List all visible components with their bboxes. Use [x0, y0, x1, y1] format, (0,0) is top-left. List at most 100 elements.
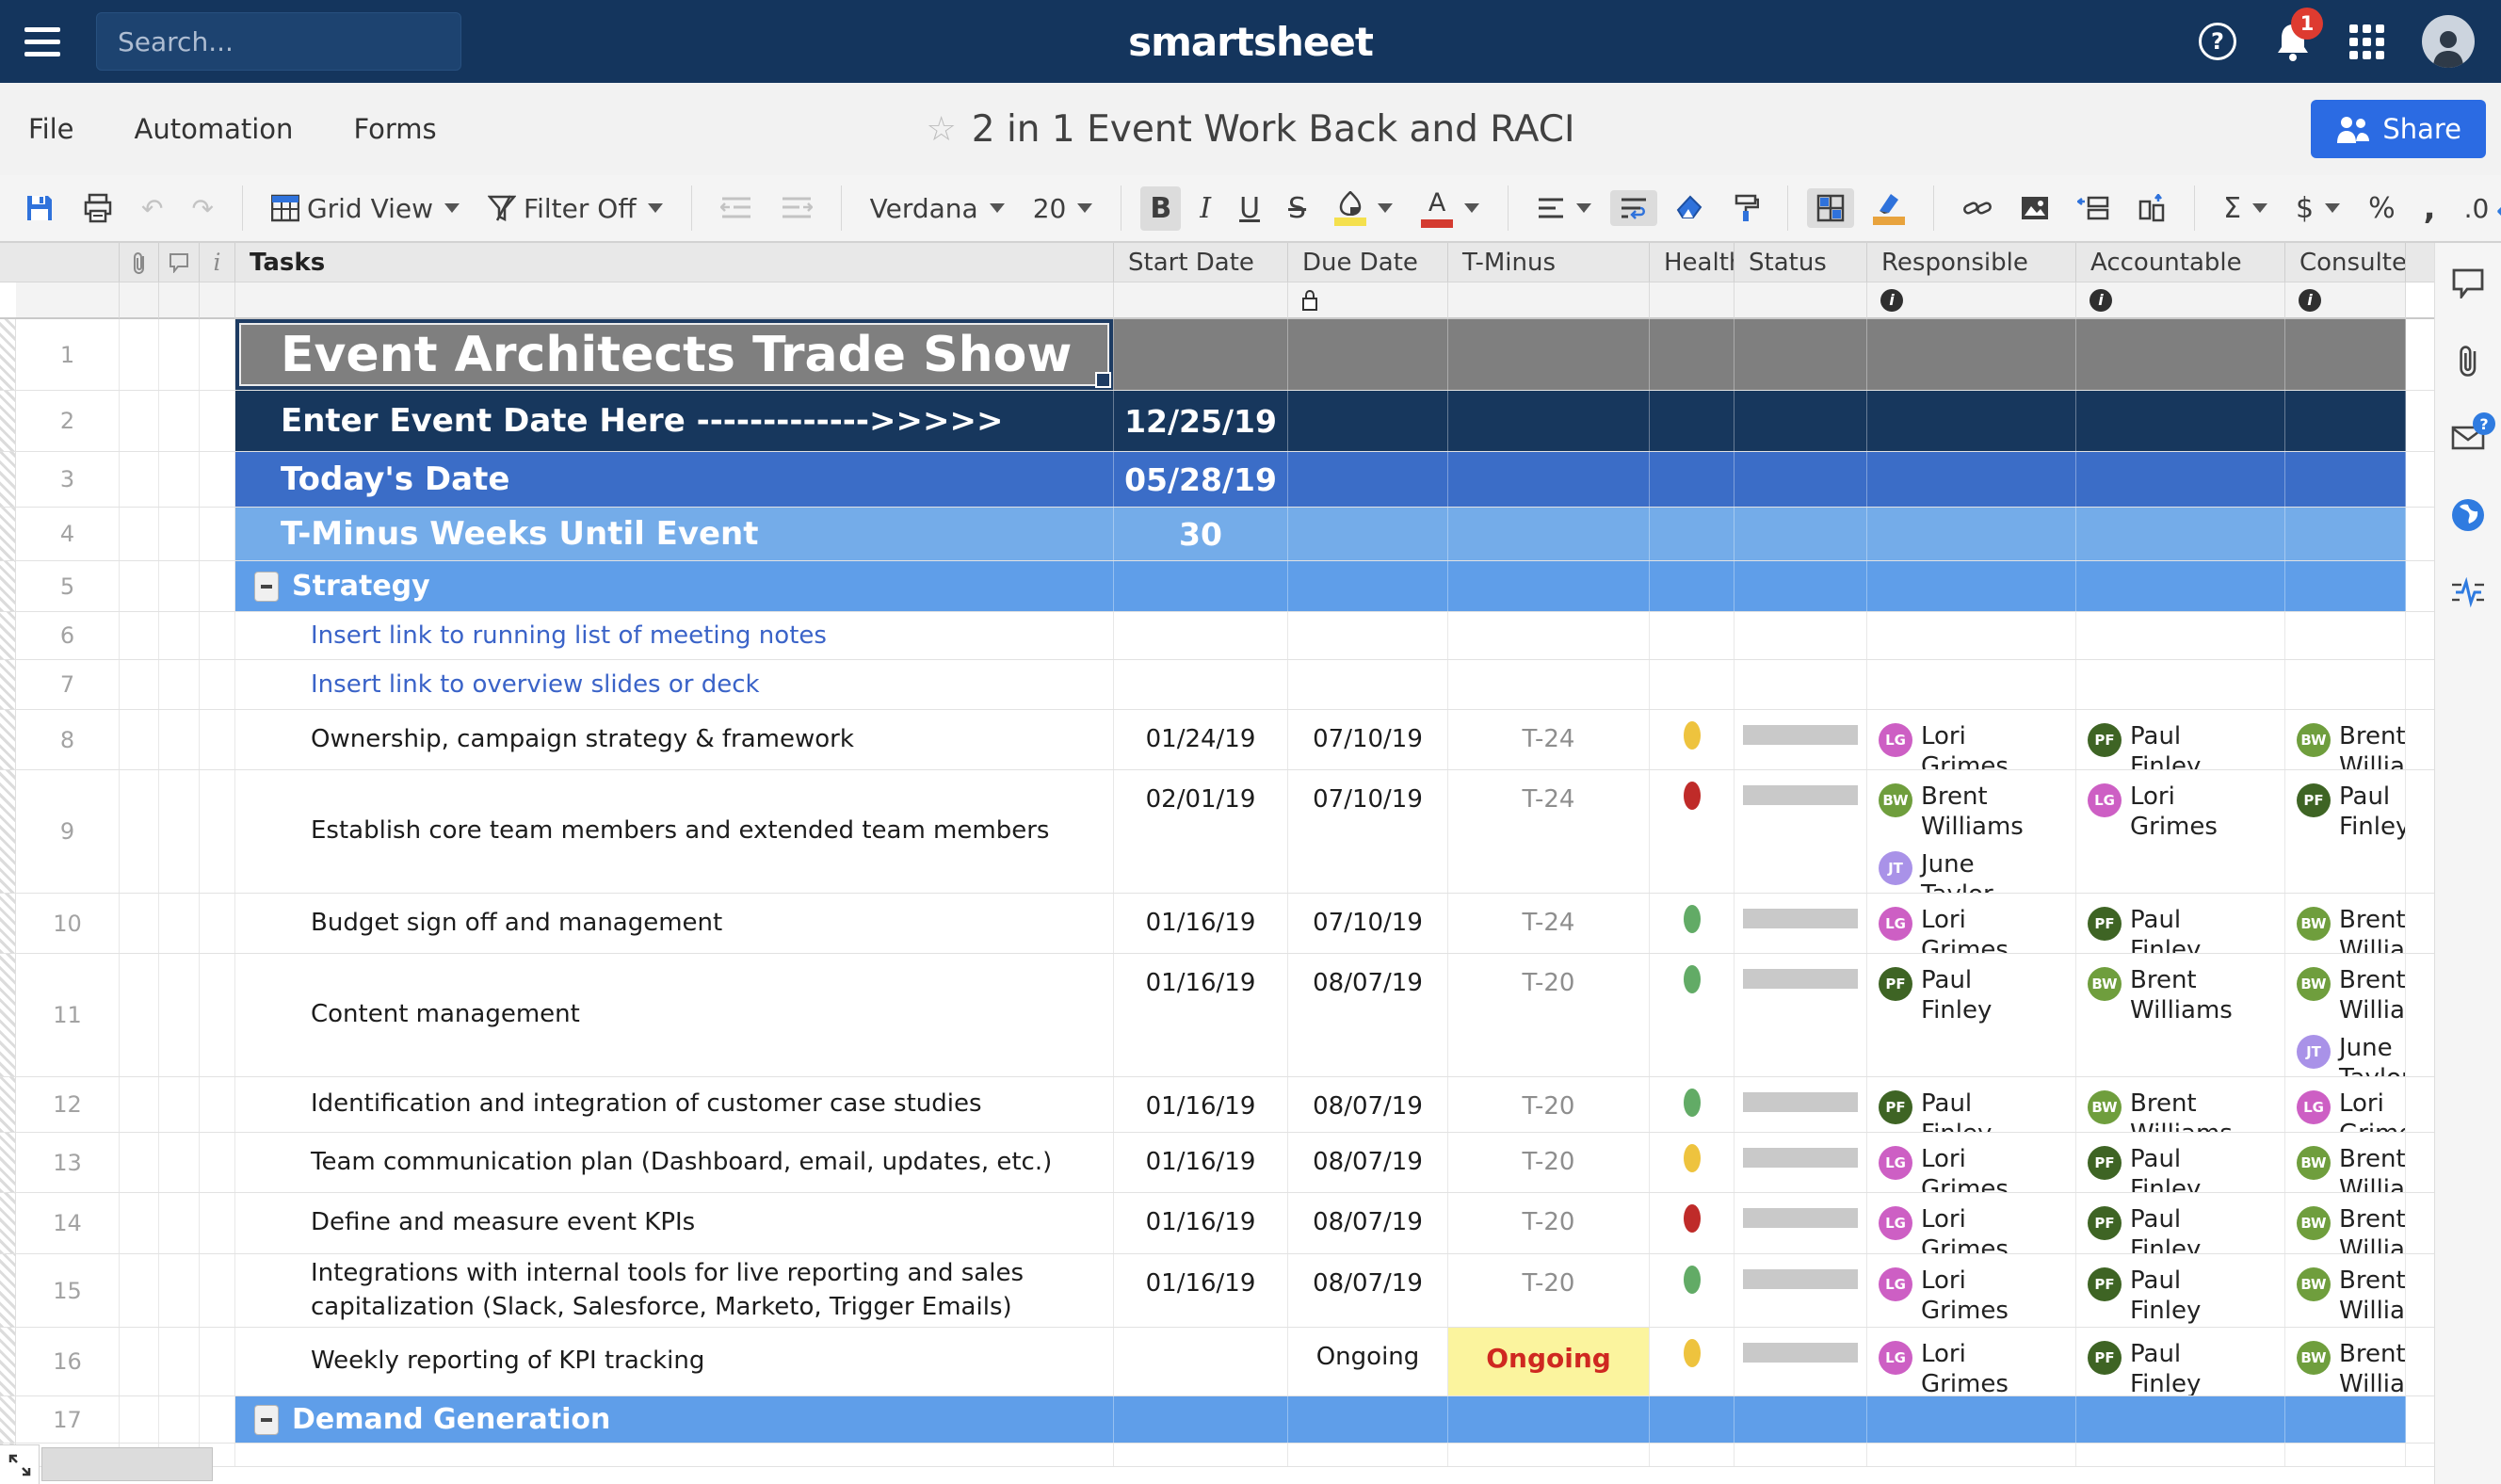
row-number[interactable]: 10: [16, 894, 120, 953]
start-date-cell[interactable]: 12/25/19: [1114, 391, 1288, 451]
responsible-info-indicator[interactable]: i: [1867, 282, 2076, 319]
responsible-cell[interactable]: PF Paul Finley: [1867, 954, 2076, 1076]
start-date-cell[interactable]: 01/16/19: [1114, 1133, 1288, 1192]
due-date-cell[interactable]: 08/07/19: [1288, 1254, 1448, 1327]
task-cell[interactable]: Content management: [235, 954, 1114, 1076]
publish-panel-button[interactable]: [2450, 497, 2486, 533]
info-cell[interactable]: [200, 319, 235, 390]
empty-cell[interactable]: [1650, 612, 1735, 659]
start-date-cell[interactable]: 01/16/19: [1114, 1254, 1288, 1327]
search-input[interactable]: [118, 25, 446, 57]
task-link[interactable]: Insert link to running list of meeting n…: [235, 621, 827, 650]
percent-button[interactable]: %: [2359, 186, 2405, 231]
attachment-cell[interactable]: [120, 1193, 159, 1253]
indent-button[interactable]: [771, 190, 822, 226]
font-size-select[interactable]: 20: [1024, 187, 1103, 230]
move-column-button[interactable]: [2128, 188, 2175, 228]
row-number[interactable]: 6: [16, 612, 120, 659]
attachment-cell[interactable]: [120, 770, 159, 893]
empty-cell[interactable]: [1735, 1396, 1867, 1443]
info-column-header[interactable]: i: [200, 243, 235, 282]
attachment-cell[interactable]: [120, 1133, 159, 1192]
empty-cell[interactable]: [1288, 452, 1448, 507]
assignee[interactable]: PF Paul Finley: [1879, 1089, 2075, 1132]
comment-cell[interactable]: [159, 612, 200, 659]
task-cell[interactable]: T-Minus Weeks Until Event: [235, 508, 1114, 560]
empty-cell[interactable]: [1735, 1444, 1867, 1466]
update-requests-panel-button[interactable]: ?: [2450, 412, 2495, 456]
filter-button[interactable]: Filter Off: [478, 187, 672, 230]
row-number[interactable]: 3: [16, 452, 120, 507]
insert-link-button[interactable]: [1953, 189, 2002, 227]
assignee[interactable]: PF Paul Finley: [2088, 1266, 2284, 1326]
empty-cell[interactable]: [2076, 319, 2285, 390]
empty-cell[interactable]: [1288, 1444, 1448, 1466]
assignee[interactable]: PF Paul Finley: [2088, 1204, 2284, 1253]
due-date-cell[interactable]: 08/07/19: [1288, 954, 1448, 1076]
empty-cell[interactable]: [1867, 561, 2076, 611]
comment-cell[interactable]: [159, 1133, 200, 1192]
responsible-cell[interactable]: LG Lori Grimes: [1867, 1254, 2076, 1327]
comment-cell[interactable]: [159, 1254, 200, 1327]
empty-cell[interactable]: [2076, 508, 2285, 560]
attachment-column-header[interactable]: [120, 243, 159, 282]
row-number[interactable]: 5: [16, 561, 120, 611]
info-cell[interactable]: [200, 561, 235, 611]
format-painter-button[interactable]: [1723, 188, 1768, 228]
attachment-cell[interactable]: [120, 612, 159, 659]
currency-button[interactable]: $: [2286, 186, 2349, 231]
attachment-cell[interactable]: [120, 508, 159, 560]
empty-cell[interactable]: [1735, 452, 1867, 507]
health-cell[interactable]: [1650, 1193, 1735, 1253]
empty-cell[interactable]: [2076, 1396, 2285, 1443]
info-cell[interactable]: [200, 391, 235, 451]
empty-cell[interactable]: [1114, 1444, 1288, 1466]
health-cell[interactable]: [1650, 1133, 1735, 1192]
empty-cell[interactable]: [1867, 1396, 2076, 1443]
redo-button[interactable]: ↷: [182, 187, 222, 230]
row-drag-gutter[interactable]: [0, 1396, 16, 1443]
row-drag-gutter[interactable]: [0, 1193, 16, 1253]
empty-cell[interactable]: [1867, 452, 2076, 507]
start-date-cell[interactable]: 01/16/19: [1114, 894, 1288, 953]
task-cell[interactable]: Insert link to running list of meeting n…: [235, 612, 1114, 659]
status-cell[interactable]: [1735, 1328, 1867, 1395]
health-cell[interactable]: [1650, 894, 1735, 953]
accountable-cell[interactable]: PF Paul Finley: [2076, 1328, 2285, 1395]
row-number[interactable]: 12: [16, 1077, 120, 1132]
empty-cell[interactable]: [1114, 561, 1288, 611]
t-minus-cell[interactable]: T-20: [1448, 1077, 1650, 1132]
due-date-cell[interactable]: 08/07/19: [1288, 1133, 1448, 1192]
column-header-accountable[interactable]: Accountable: [2076, 243, 2285, 282]
accountable-info-indicator[interactable]: i: [2076, 282, 2285, 319]
column-header-consulted[interactable]: Consulted: [2285, 243, 2406, 282]
t-minus-cell[interactable]: T-24: [1448, 710, 1650, 769]
column-header-responsible[interactable]: Responsible: [1867, 243, 2076, 282]
info-cell[interactable]: [200, 452, 235, 507]
empty-cell[interactable]: [2076, 1444, 2285, 1466]
assignee[interactable]: JT June Taylor: [2297, 1033, 2405, 1076]
comment-cell[interactable]: [159, 1396, 200, 1443]
section-cell[interactable]: Strategy: [235, 561, 1114, 611]
task-cell[interactable]: Weekly reporting of KPI tracking: [235, 1328, 1114, 1395]
status-cell[interactable]: [1735, 710, 1867, 769]
comment-cell[interactable]: [159, 660, 200, 709]
row-number[interactable]: 15: [16, 1254, 120, 1327]
info-cell[interactable]: [200, 508, 235, 560]
row-drag-gutter[interactable]: [0, 319, 16, 390]
consulted-cell[interactable]: LG Lori Grimes: [2285, 1077, 2406, 1132]
comment-cell[interactable]: [159, 561, 200, 611]
comment-cell[interactable]: [159, 894, 200, 953]
view-switcher[interactable]: Grid View: [262, 187, 469, 230]
assignee[interactable]: PF Paul Finley: [2297, 782, 2405, 842]
due-date-cell[interactable]: 08/07/19: [1288, 1193, 1448, 1253]
task-cell[interactable]: [235, 1444, 1114, 1466]
comment-cell[interactable]: [159, 710, 200, 769]
account-avatar[interactable]: [2422, 15, 2475, 68]
font-color-button[interactable]: A: [1412, 183, 1489, 234]
assignee[interactable]: BW Brent Williams: [2088, 1089, 2284, 1132]
assignee[interactable]: BW Brent Williams: [2297, 905, 2405, 953]
empty-cell[interactable]: [1288, 612, 1448, 659]
row-drag-gutter[interactable]: [0, 612, 16, 659]
empty-cell[interactable]: [1867, 508, 2076, 560]
